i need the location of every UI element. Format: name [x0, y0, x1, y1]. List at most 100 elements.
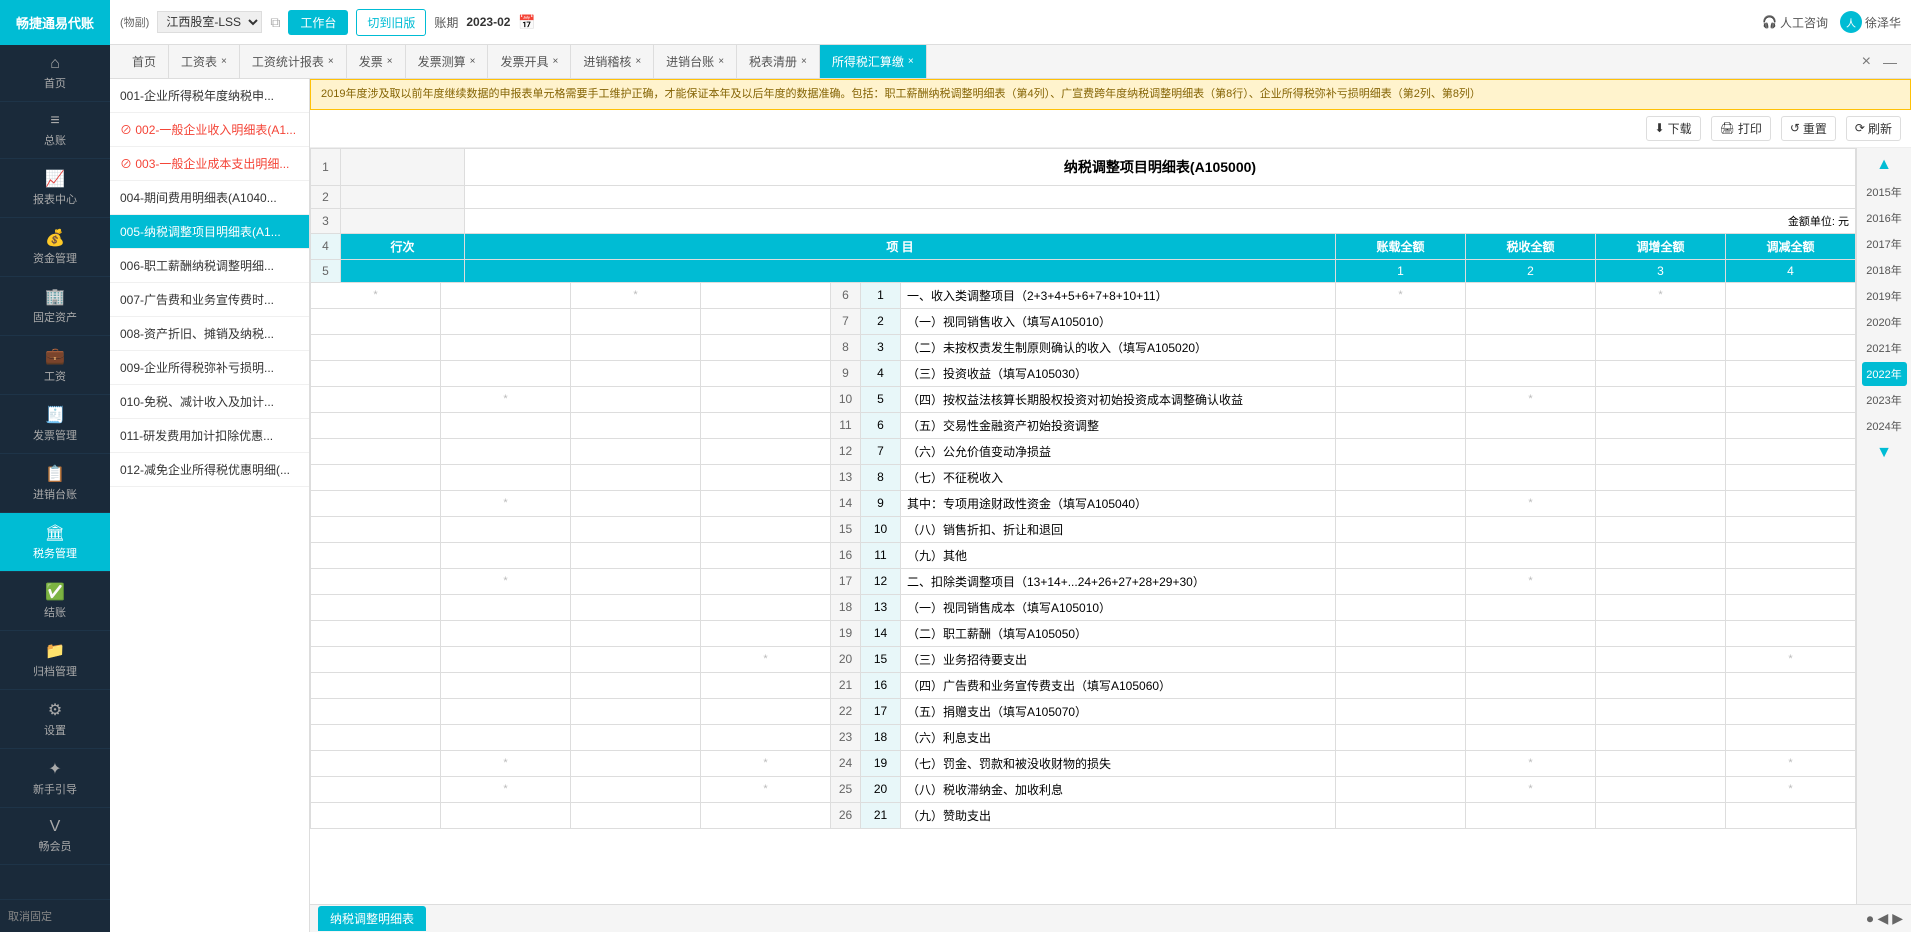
col-2-value[interactable]: [441, 464, 571, 490]
col-1-value[interactable]: [311, 568, 441, 594]
col-3-value[interactable]: [571, 568, 701, 594]
col-3-value[interactable]: [571, 464, 701, 490]
support-button[interactable]: 🎧 人工咨询: [1762, 14, 1828, 31]
col-4-value[interactable]: [1726, 724, 1856, 750]
col-2-value[interactable]: *: [441, 776, 571, 802]
tab-invoice-open[interactable]: 发票开具×: [488, 45, 571, 78]
col-4-value[interactable]: [701, 620, 831, 646]
col-2-value[interactable]: [441, 282, 571, 308]
col-3-value[interactable]: *: [1596, 282, 1726, 308]
col-3-value[interactable]: [571, 308, 701, 334]
download-button[interactable]: ⬇ 下载: [1646, 116, 1701, 141]
col-4-value[interactable]: [1726, 360, 1856, 386]
year-up-arrow[interactable]: ▲: [1872, 152, 1896, 178]
col-3-value[interactable]: [571, 438, 701, 464]
col-4-value[interactable]: [1726, 594, 1856, 620]
col-1-value[interactable]: [311, 438, 441, 464]
sidebar-item-archive-mgmt[interactable]: 📁 归档管理: [0, 631, 110, 690]
sidebar-item-payroll[interactable]: 💼 工资: [0, 336, 110, 395]
col-4-value[interactable]: [1726, 568, 1856, 594]
col-3-value[interactable]: [571, 802, 701, 828]
col-4-value[interactable]: [1726, 490, 1856, 516]
close-tab-invoice-open[interactable]: ×: [552, 56, 558, 67]
unpin-button[interactable]: 取消固定: [0, 899, 110, 932]
form-item-008[interactable]: 008-资产折旧、摊销及纳税...: [110, 317, 309, 351]
close-tab-income-tax-calc[interactable]: ×: [908, 56, 914, 67]
col-3-value[interactable]: [1596, 360, 1726, 386]
col-4-value[interactable]: [701, 516, 831, 542]
col-1-value[interactable]: [1336, 308, 1466, 334]
col-3-value[interactable]: [1596, 308, 1726, 334]
col-3-value[interactable]: [571, 412, 701, 438]
col-3-value[interactable]: [571, 516, 701, 542]
col-3-value[interactable]: [571, 334, 701, 360]
col-2-value[interactable]: *: [1466, 750, 1596, 776]
scroll-left-icon[interactable]: ⦁: [1866, 910, 1873, 927]
close-tab-invoice-calc[interactable]: ×: [470, 56, 476, 67]
col-2-value[interactable]: *: [1466, 386, 1596, 412]
col-2-value[interactable]: [1466, 542, 1596, 568]
col-2-value[interactable]: [1466, 620, 1596, 646]
col-1-value[interactable]: [1336, 464, 1466, 490]
col-4-value[interactable]: *: [701, 646, 831, 672]
col-3-value[interactable]: [1596, 568, 1726, 594]
col-4-value[interactable]: [1726, 282, 1856, 308]
refresh-button[interactable]: ⟳ 刷新: [1846, 116, 1901, 141]
col-4-value[interactable]: [1726, 412, 1856, 438]
col-2-value[interactable]: [1466, 282, 1596, 308]
col-2-value[interactable]: *: [441, 750, 571, 776]
reset-button[interactable]: ↺ 重置: [1781, 116, 1836, 141]
close-tab-invoice[interactable]: ×: [387, 56, 393, 67]
col-2-value[interactable]: [1466, 412, 1596, 438]
year-button[interactable]: 2021年: [1862, 336, 1907, 360]
year-button[interactable]: 2023年: [1862, 388, 1907, 412]
col-4-value[interactable]: [701, 698, 831, 724]
col-4-value[interactable]: [701, 594, 831, 620]
sheet-content[interactable]: 1 纳税调整项目明细表(A105000) 2: [310, 148, 1856, 905]
col-1-value[interactable]: [1336, 776, 1466, 802]
col-3-value[interactable]: [571, 360, 701, 386]
col-1-value[interactable]: [311, 802, 441, 828]
col-4-value[interactable]: [701, 464, 831, 490]
year-button[interactable]: 2020年: [1862, 310, 1907, 334]
year-down-arrow[interactable]: ▼: [1872, 440, 1896, 466]
col-2-value[interactable]: [441, 542, 571, 568]
tab-home[interactable]: 首页: [120, 45, 169, 78]
col-1-value[interactable]: *: [311, 282, 441, 308]
col-1-value[interactable]: [311, 594, 441, 620]
sidebar-item-settlement[interactable]: ✅ 结账: [0, 572, 110, 631]
col-3-value[interactable]: [571, 646, 701, 672]
col-2-value[interactable]: [1466, 724, 1596, 750]
col-3-value[interactable]: [1596, 412, 1726, 438]
col-4-value[interactable]: [701, 490, 831, 516]
col-3-value[interactable]: [571, 386, 701, 412]
switch-old-button[interactable]: 切到旧版: [356, 9, 426, 36]
calendar-icon[interactable]: 📅: [518, 14, 535, 31]
col-1-value[interactable]: [311, 672, 441, 698]
sidebar-item-import-ledger[interactable]: 📋 进销台账: [0, 454, 110, 513]
col-1-value[interactable]: [311, 490, 441, 516]
col-4-value[interactable]: [701, 802, 831, 828]
col-2-value[interactable]: *: [441, 386, 571, 412]
form-item-010[interactable]: 010-免税、减计收入及加计...: [110, 385, 309, 419]
col-3-value[interactable]: [1596, 334, 1726, 360]
col-2-value[interactable]: [1466, 360, 1596, 386]
col-1-value[interactable]: [311, 750, 441, 776]
tab-payroll[interactable]: 工资表×: [169, 45, 240, 78]
col-4-value[interactable]: [1726, 308, 1856, 334]
close-all-tabs-button[interactable]: ×: [1854, 53, 1879, 71]
form-item-011[interactable]: 011-研发费用加计扣除优惠...: [110, 419, 309, 453]
col-2-value[interactable]: [1466, 594, 1596, 620]
col-2-value[interactable]: [1466, 334, 1596, 360]
col-3-value[interactable]: [571, 542, 701, 568]
tab-import-ledger2[interactable]: 进销台账×: [654, 45, 737, 78]
col-4-value[interactable]: [701, 282, 831, 308]
col-3-value[interactable]: [1596, 386, 1726, 412]
col-1-value[interactable]: [311, 516, 441, 542]
print-button[interactable]: 🖨 打印: [1711, 116, 1771, 141]
col-2-value[interactable]: [441, 724, 571, 750]
col-2-value[interactable]: [441, 516, 571, 542]
minimize-icon[interactable]: —: [1879, 54, 1901, 70]
col-1-value[interactable]: [311, 620, 441, 646]
col-3-value[interactable]: [1596, 802, 1726, 828]
